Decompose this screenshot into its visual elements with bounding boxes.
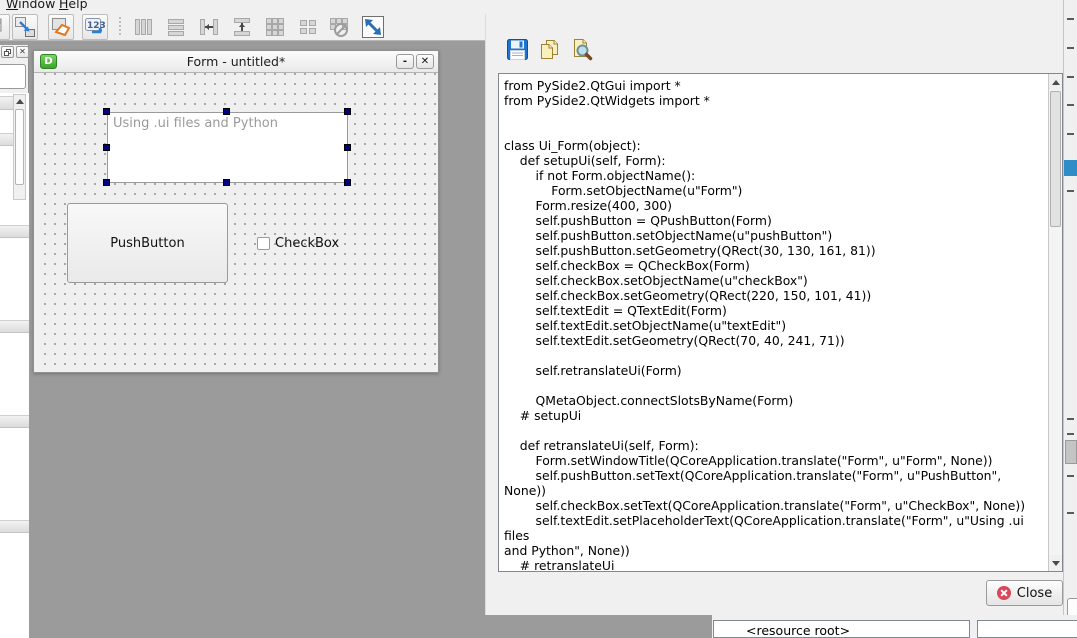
layout-vertical-splitter-icon <box>229 14 255 40</box>
resource-detail-box[interactable] <box>977 620 1077 638</box>
widget-list-scrollbar[interactable] <box>13 94 26 200</box>
layout-grid-icon <box>262 14 288 40</box>
code-scrollbar[interactable] <box>1048 74 1062 571</box>
resource-tree[interactable]: <resource root> <box>713 620 970 638</box>
resource-root-item[interactable]: <resource root> <box>746 623 850 638</box>
pushbutton-widget[interactable]: PushButton <box>67 203 228 283</box>
scroll-up-icon[interactable] <box>1049 74 1062 90</box>
form-editor-window: D Form - untitled* - ✕ Using .ui files a… <box>33 50 439 373</box>
scroll-up-icon[interactable] <box>16 99 24 104</box>
view-code-dialog: from PySide2.QtGui import * from PySide2… <box>485 14 1063 615</box>
selection-handle-mid-right[interactable] <box>344 144 351 151</box>
checkbox-widget[interactable]: CheckBox <box>257 223 358 264</box>
toolbar-separator <box>119 17 121 36</box>
copy-icon[interactable] <box>536 36 562 62</box>
selection-handle-top-left[interactable] <box>103 108 110 115</box>
close-button[interactable]: Close <box>986 580 1063 606</box>
layout-vertically-icon <box>163 14 189 40</box>
menu-window[interactable]: Window <box>6 0 55 11</box>
layout-horizontally-icon <box>130 14 156 40</box>
textedit-widget[interactable]: Using .ui files and Python <box>107 112 348 183</box>
form-window-title: Form - untitled* <box>34 54 438 69</box>
resource-browser-panel: <resource root> <box>712 615 1077 638</box>
svg-text:123: 123 <box>87 21 106 31</box>
scrollbar-thumb[interactable] <box>1050 91 1061 227</box>
save-icon[interactable] <box>504 36 530 62</box>
right-panel-scroll-thumb[interactable] <box>1065 440 1077 464</box>
selection-handle-bottom-mid[interactable] <box>223 179 230 186</box>
menu-help[interactable]: Help <box>59 0 88 11</box>
widget-filter-input[interactable] <box>0 64 26 89</box>
widget-box-panel: ✕ <box>0 45 29 638</box>
generated-code[interactable]: from PySide2.QtGui import * from PySide2… <box>499 74 1048 571</box>
panel-close-icon[interactable]: ✕ <box>16 46 29 58</box>
send-to-back-icon[interactable] <box>12 14 38 40</box>
break-layout-icon <box>326 14 352 40</box>
selection-handle-bottom-left[interactable] <box>103 179 110 186</box>
selection-handle-top-mid[interactable] <box>223 108 230 115</box>
scroll-down-icon[interactable] <box>1049 555 1062 571</box>
close-button-label: Close <box>1017 586 1052 601</box>
layout-form-icon <box>295 14 321 40</box>
close-circle-icon <box>997 586 1011 600</box>
find-icon[interactable] <box>568 36 594 62</box>
checkbox-label: CheckBox <box>275 236 339 251</box>
form-minimize-button[interactable]: - <box>396 54 414 69</box>
edit-signals-slots-icon[interactable] <box>0 14 10 40</box>
layout-horizontal-splitter-icon <box>196 14 222 40</box>
selection-handle-mid-left[interactable] <box>103 144 110 151</box>
code-view-frame: from PySide2.QtGui import * from PySide2… <box>498 73 1063 572</box>
checkbox-indicator[interactable] <box>257 237 270 250</box>
edit-tab-order-icon[interactable]: 123 <box>82 14 108 40</box>
selection-handle-top-right[interactable] <box>344 108 351 115</box>
adjust-size-icon[interactable] <box>360 14 386 40</box>
edit-buddies-icon[interactable] <box>48 14 74 40</box>
widget-list[interactable] <box>0 93 29 638</box>
form-close-button[interactable]: ✕ <box>416 54 434 69</box>
selection-handle-bottom-right[interactable] <box>344 179 351 186</box>
form-canvas[interactable]: Using .ui files and Python PushButton Ch… <box>36 73 436 372</box>
panel-float-icon[interactable] <box>1 46 14 58</box>
right-panel-edge <box>1063 0 1077 638</box>
qt-designer-window: Window Help 123 <box>0 0 1077 638</box>
right-panel-selection <box>1064 160 1077 176</box>
form-window-titlebar[interactable]: D Form - untitled* - ✕ <box>34 51 438 73</box>
menu-bar: Window Help <box>0 0 1077 13</box>
